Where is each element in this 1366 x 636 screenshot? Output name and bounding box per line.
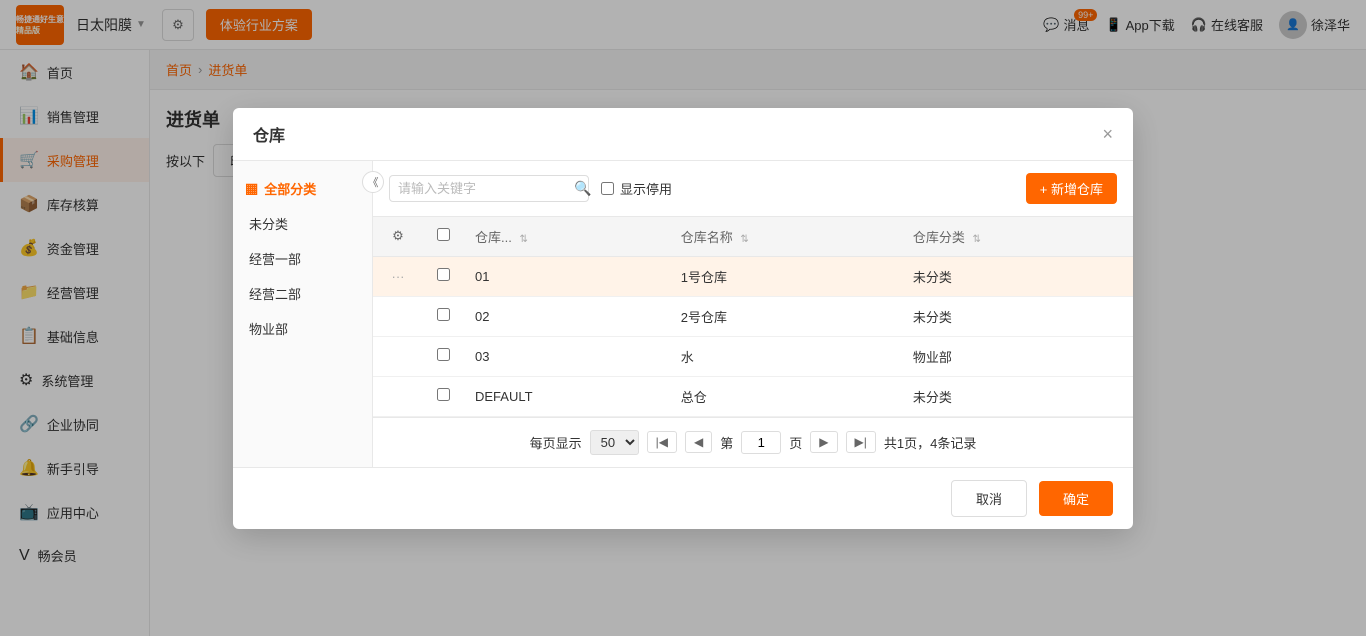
row-code-1: 02 [463, 296, 669, 336]
modal-header: 仓库 × [233, 108, 1133, 161]
row-name-3: 总仓 [669, 376, 901, 416]
all-category-label: 全部分类 [264, 179, 316, 198]
th-check[interactable] [423, 217, 463, 257]
cancel-button[interactable]: 取消 [951, 480, 1027, 517]
grid-icon: ▦ [245, 180, 258, 197]
row-check-0[interactable] [423, 256, 463, 296]
search-box[interactable]: 🔍 [389, 175, 589, 202]
table-row[interactable]: 03 水 物业部 [373, 336, 1133, 376]
page-prev-btn[interactable]: ◀ [685, 431, 712, 453]
row-code-0: 01 [463, 256, 669, 296]
th-code[interactable]: 仓库... ⇅ [463, 217, 669, 257]
modal-overlay: 仓库 × ▦ 全部分类 未分类 经营一部 经营二部 物业部 《 [0, 0, 1366, 636]
row-cat-3: 未分类 [901, 376, 1133, 416]
warehouse-table-wrap: ⚙ 仓库... ⇅ 仓库名称 ⇅ [373, 217, 1133, 417]
row-code-3: DEFAULT [463, 376, 669, 416]
warehouse-modal: 仓库 × ▦ 全部分类 未分类 经营一部 经营二部 物业部 《 [233, 108, 1133, 529]
row-name-2: 水 [669, 336, 901, 376]
show-disabled-checkbox[interactable] [601, 182, 614, 195]
modal-main-content: 🔍 显示停用 + 新增仓库 ⚙ [373, 161, 1133, 467]
pagination: 每页显示 50 |◀ ◀ 第 页 ▶ ▶| 共1页，4条记录 [373, 417, 1133, 467]
cat-item-2[interactable]: 经营二部 [233, 276, 372, 311]
add-warehouse-button[interactable]: + 新增仓库 [1026, 173, 1117, 204]
page-size-select[interactable]: 50 [590, 430, 639, 455]
search-input[interactable] [398, 181, 574, 196]
modal-title: 仓库 [253, 122, 285, 146]
row-name-1: 2号仓库 [669, 296, 901, 336]
page-first-btn[interactable]: |◀ [647, 431, 677, 453]
row-checkbox-0[interactable] [437, 268, 450, 281]
warehouse-table: ⚙ 仓库... ⇅ 仓库名称 ⇅ [373, 217, 1133, 417]
modal-body: ▦ 全部分类 未分类 经营一部 经营二部 物业部 《 🔍 [233, 161, 1133, 467]
page-unit: 页 [789, 433, 802, 452]
cat-item-1[interactable]: 经营一部 [233, 241, 372, 276]
show-disabled-checkbox-label[interactable]: 显示停用 [601, 179, 672, 198]
sort-cat-icon: ⇅ [972, 234, 980, 245]
th-settings[interactable]: ⚙ [373, 217, 423, 257]
table-row[interactable]: DEFAULT 总仓 未分类 [373, 376, 1133, 416]
row-checkbox-3[interactable] [437, 388, 450, 401]
modal-footer: 取消 确定 [233, 467, 1133, 529]
page-last-btn[interactable]: ▶| [846, 431, 876, 453]
total-label: 共1页，4条记录 [884, 433, 976, 452]
page-label: 第 [720, 433, 733, 452]
sidebar-collapse-button[interactable]: 《 [362, 171, 384, 193]
table-row[interactable]: 02 2号仓库 未分类 [373, 296, 1133, 336]
table-body: ··· 01 1号仓库 未分类 [373, 256, 1133, 416]
th-name[interactable]: 仓库名称 ⇅ [669, 217, 901, 257]
th-category[interactable]: 仓库分类 ⇅ [901, 217, 1133, 257]
row-more-1[interactable] [373, 296, 423, 336]
row-checkbox-1[interactable] [437, 308, 450, 321]
row-checkbox-2[interactable] [437, 348, 450, 361]
row-cat-1: 未分类 [901, 296, 1133, 336]
sort-name-icon: ⇅ [740, 234, 748, 245]
row-check-1[interactable] [423, 296, 463, 336]
page-size-label: 每页显示 [530, 433, 582, 452]
modal-category-sidebar: ▦ 全部分类 未分类 经营一部 经营二部 物业部 《 [233, 161, 373, 467]
row-cat-0: 未分类 [901, 256, 1133, 296]
row-name-0: 1号仓库 [669, 256, 901, 296]
select-all-checkbox[interactable] [437, 228, 450, 241]
cat-item-0[interactable]: 未分类 [233, 206, 372, 241]
sort-code-icon: ⇅ [519, 234, 527, 245]
page-number-input[interactable] [741, 431, 781, 454]
table-row[interactable]: ··· 01 1号仓库 未分类 [373, 256, 1133, 296]
row-more-2[interactable] [373, 336, 423, 376]
modal-close-button[interactable]: × [1102, 125, 1113, 143]
row-code-2: 03 [463, 336, 669, 376]
row-cat-2: 物业部 [901, 336, 1133, 376]
page-next-btn[interactable]: ▶ [810, 431, 837, 453]
row-more-0[interactable]: ··· [373, 256, 423, 296]
search-icon[interactable]: 🔍 [574, 180, 591, 197]
confirm-button[interactable]: 确定 [1039, 481, 1113, 516]
row-check-3[interactable] [423, 376, 463, 416]
row-check-2[interactable] [423, 336, 463, 376]
cat-item-3[interactable]: 物业部 [233, 311, 372, 346]
row-more-3[interactable] [373, 376, 423, 416]
modal-toolbar: 🔍 显示停用 + 新增仓库 [373, 161, 1133, 217]
all-category[interactable]: ▦ 全部分类 [233, 171, 372, 206]
table-header: ⚙ 仓库... ⇅ 仓库名称 ⇅ [373, 217, 1133, 257]
show-disabled-label: 显示停用 [620, 179, 672, 198]
